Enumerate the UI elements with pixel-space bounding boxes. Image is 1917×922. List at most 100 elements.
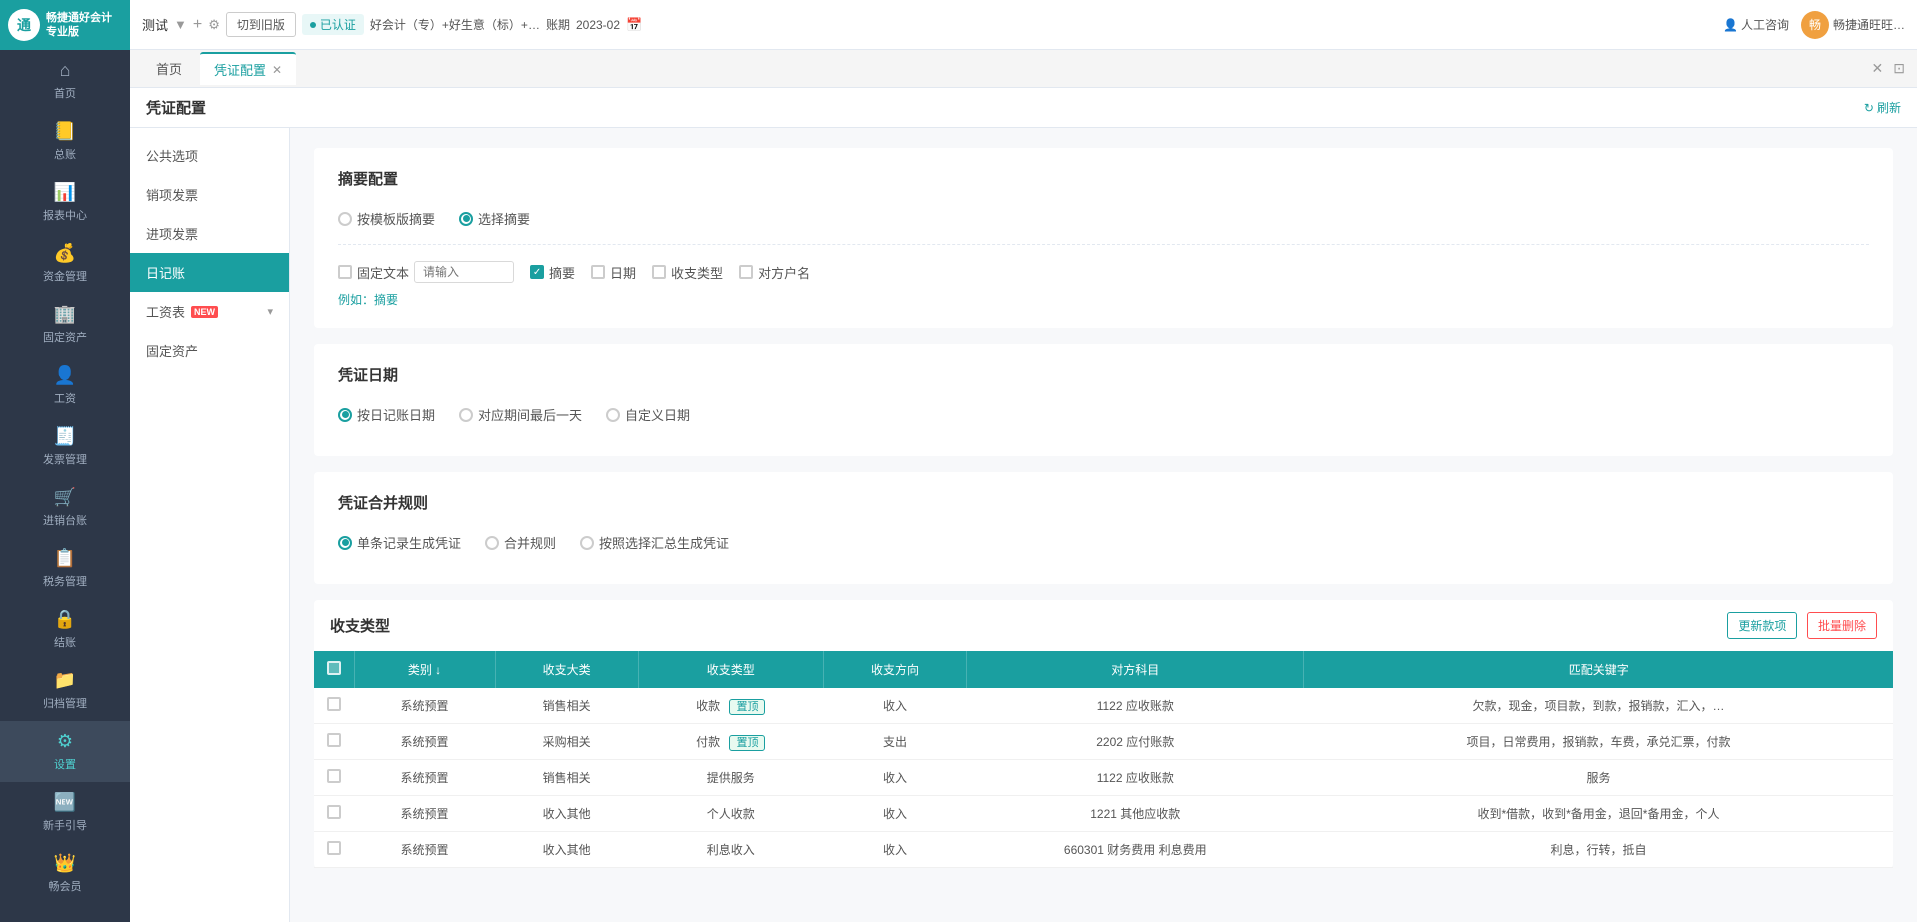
sidebar-label-reports: 报表中心: [43, 207, 87, 223]
sidebar-item-member[interactable]: 👑 畅会员: [0, 843, 130, 904]
company-dropdown-arrow[interactable]: ▼: [174, 17, 187, 32]
checkbox-date[interactable]: 日期: [591, 263, 636, 282]
ledger-icon: 📒: [54, 121, 76, 142]
purchase-icon: 🛒: [54, 487, 76, 508]
radio-custom-date[interactable]: 自定义日期: [606, 405, 690, 424]
switch-version-btn[interactable]: 切到旧版: [226, 12, 296, 37]
sub-item-sales-invoice[interactable]: 销项发票: [130, 175, 289, 214]
assets-icon: 🏢: [54, 304, 76, 325]
example-prefix: 例如：: [338, 293, 374, 307]
row-checkbox-4[interactable]: [327, 841, 341, 855]
sidebar-item-purchase[interactable]: 🛒 进销台账: [0, 477, 130, 538]
sidebar-item-archive[interactable]: 📁 归档管理: [0, 660, 130, 721]
refresh-btn[interactable]: ↻ 刷新: [1864, 99, 1901, 116]
tab-close-all-btn[interactable]: ✕: [1872, 60, 1884, 77]
sidebar-label-funds: 资金管理: [43, 268, 87, 284]
row-checkbox-2[interactable]: [327, 769, 341, 783]
radio-merge-rule[interactable]: 合并规则: [485, 533, 556, 552]
radio-single-record[interactable]: 单条记录生成凭证: [338, 533, 461, 552]
sidebar-item-salary[interactable]: 👤 工资: [0, 355, 130, 416]
radio-select-summary[interactable]: 选择摘要: [459, 209, 530, 228]
cell-major-2: 销售相关: [495, 760, 638, 796]
radio-journal-date-circle: [338, 408, 352, 422]
fixed-text-label: 固定文本: [357, 263, 409, 282]
sub-item-purchase-invoice[interactable]: 进项发票: [130, 214, 289, 253]
sidebar-item-assets[interactable]: 🏢 固定资产: [0, 294, 130, 355]
refresh-icon: ↻: [1864, 101, 1874, 115]
sidebar-item-tax[interactable]: 📋 税务管理: [0, 538, 130, 599]
new-badge: NEW: [191, 306, 218, 318]
row-checkbox-3[interactable]: [327, 805, 341, 819]
radio-journal-date[interactable]: 按日记账日期: [338, 405, 435, 424]
batch-delete-btn[interactable]: 批量删除: [1807, 612, 1877, 639]
table-header-row: 收支类型 更新款项 批量删除: [314, 600, 1893, 651]
cell-major-0: 销售相关: [495, 688, 638, 724]
certified-dot: [310, 22, 316, 28]
cell-type-1: 付款 置顶: [638, 724, 823, 760]
user-menu[interactable]: 畅 畅捷通旺旺…: [1801, 11, 1905, 39]
summary-config-title: 摘要配置: [338, 168, 1869, 193]
calendar-icon[interactable]: 📅: [626, 17, 642, 33]
sidebar-item-guide[interactable]: 🆕 新手引导: [0, 782, 130, 843]
checkbox-type[interactable]: 收支类型: [652, 263, 723, 282]
cell-keywords-0: 欠款，现金，项目款，到款，报销款，汇入，…: [1304, 688, 1893, 724]
period-label: 账期: [546, 16, 570, 33]
reports-icon: 📊: [54, 182, 76, 203]
topbar-gear-btn[interactable]: ⚙: [208, 17, 220, 33]
tab-home[interactable]: 首页: [142, 53, 196, 84]
sidebar-label-guide: 新手引导: [43, 817, 87, 833]
row-checkbox-0[interactable]: [327, 697, 341, 711]
row-checkbox-1[interactable]: [327, 733, 341, 747]
sub-item-payroll-label: 工资表: [146, 302, 185, 321]
cell-direction-0: 收入: [823, 688, 966, 724]
sub-item-public[interactable]: 公共选项: [130, 136, 289, 175]
sidebar-item-ledger[interactable]: 📒 总账: [0, 111, 130, 172]
radio-select-circle: [459, 212, 473, 226]
sidebar-item-home[interactable]: ⌂ 首页: [0, 50, 130, 111]
home-icon: ⌂: [60, 60, 71, 81]
sub-item-fixed-assets[interactable]: 固定资产: [130, 331, 289, 370]
refresh-label: 刷新: [1877, 99, 1901, 116]
sidebar-label-invoice: 发票管理: [43, 451, 87, 467]
sidebar-item-close[interactable]: 🔒 结账: [0, 599, 130, 660]
help-label: 人工咨询: [1741, 16, 1789, 33]
cell-type-2: 提供服务: [638, 760, 823, 796]
radio-template-summary[interactable]: 按模板版摘要: [338, 209, 435, 228]
radio-single-record-label: 单条记录生成凭证: [357, 533, 461, 552]
cell-type-4: 利息收入: [638, 832, 823, 868]
checkbox-counterparty[interactable]: 对方户名: [739, 263, 810, 282]
voucher-date-title: 凭证日期: [338, 364, 1869, 389]
cell-account-1: 2202 应付账款: [967, 724, 1304, 760]
col-checkbox: [314, 651, 354, 688]
add-company-btn[interactable]: +: [193, 16, 202, 34]
settings-icon: ⚙: [57, 731, 73, 752]
cell-major-1: 采购相关: [495, 724, 638, 760]
radio-aggregate[interactable]: 按照选择汇总生成凭证: [580, 533, 729, 552]
cell-keywords-2: 服务: [1304, 760, 1893, 796]
summary-radio-group: 按模板版摘要 选择摘要: [338, 209, 1869, 228]
fixed-text-item[interactable]: 固定文本: [338, 261, 514, 283]
top-tag-1[interactable]: 置顶: [729, 735, 765, 751]
sidebar-item-invoice[interactable]: 🧾 发票管理: [0, 416, 130, 477]
tab-voucher-config[interactable]: 凭证配置 ✕: [200, 52, 296, 85]
tab-voucher-config-close[interactable]: ✕: [272, 63, 282, 77]
update-btn[interactable]: 更新款项: [1727, 612, 1797, 639]
header-checkbox[interactable]: [327, 661, 341, 675]
tab-restore-btn[interactable]: ⊡: [1893, 60, 1905, 77]
topbar-right: 👤 人工咨询 畅 畅捷通旺旺…: [1723, 11, 1905, 39]
sidebar-item-funds[interactable]: 💰 资金管理: [0, 233, 130, 294]
sub-item-journal[interactable]: 日记账: [130, 253, 289, 292]
help-btn[interactable]: 👤 人工咨询: [1723, 16, 1789, 33]
table-header: 类别 ↓ 收支大类 收支类型 收支方向 对方科目 匹配关键字: [314, 651, 1893, 688]
checkbox-summary[interactable]: ✓ 摘要: [530, 263, 575, 282]
radio-journal-date-label: 按日记账日期: [357, 405, 435, 424]
sidebar-item-settings[interactable]: ⚙ 设置: [0, 721, 130, 782]
income-expense-section: 收支类型 更新款项 批量删除 类别 ↓ 收支大类: [314, 600, 1893, 868]
sidebar-item-reports[interactable]: 📊 报表中心: [0, 172, 130, 233]
top-tag-0[interactable]: 置顶: [729, 699, 765, 715]
sub-item-payroll[interactable]: 工资表 NEW ▾: [130, 292, 289, 331]
table-row: 系统预置 收入其他 利息收入 收入 660301 财务费用 利息费用 利息，行转…: [314, 832, 1893, 868]
sidebar-label-home: 首页: [54, 85, 76, 101]
radio-period-last[interactable]: 对应期间最后一天: [459, 405, 582, 424]
fixed-text-input[interactable]: [414, 261, 514, 283]
